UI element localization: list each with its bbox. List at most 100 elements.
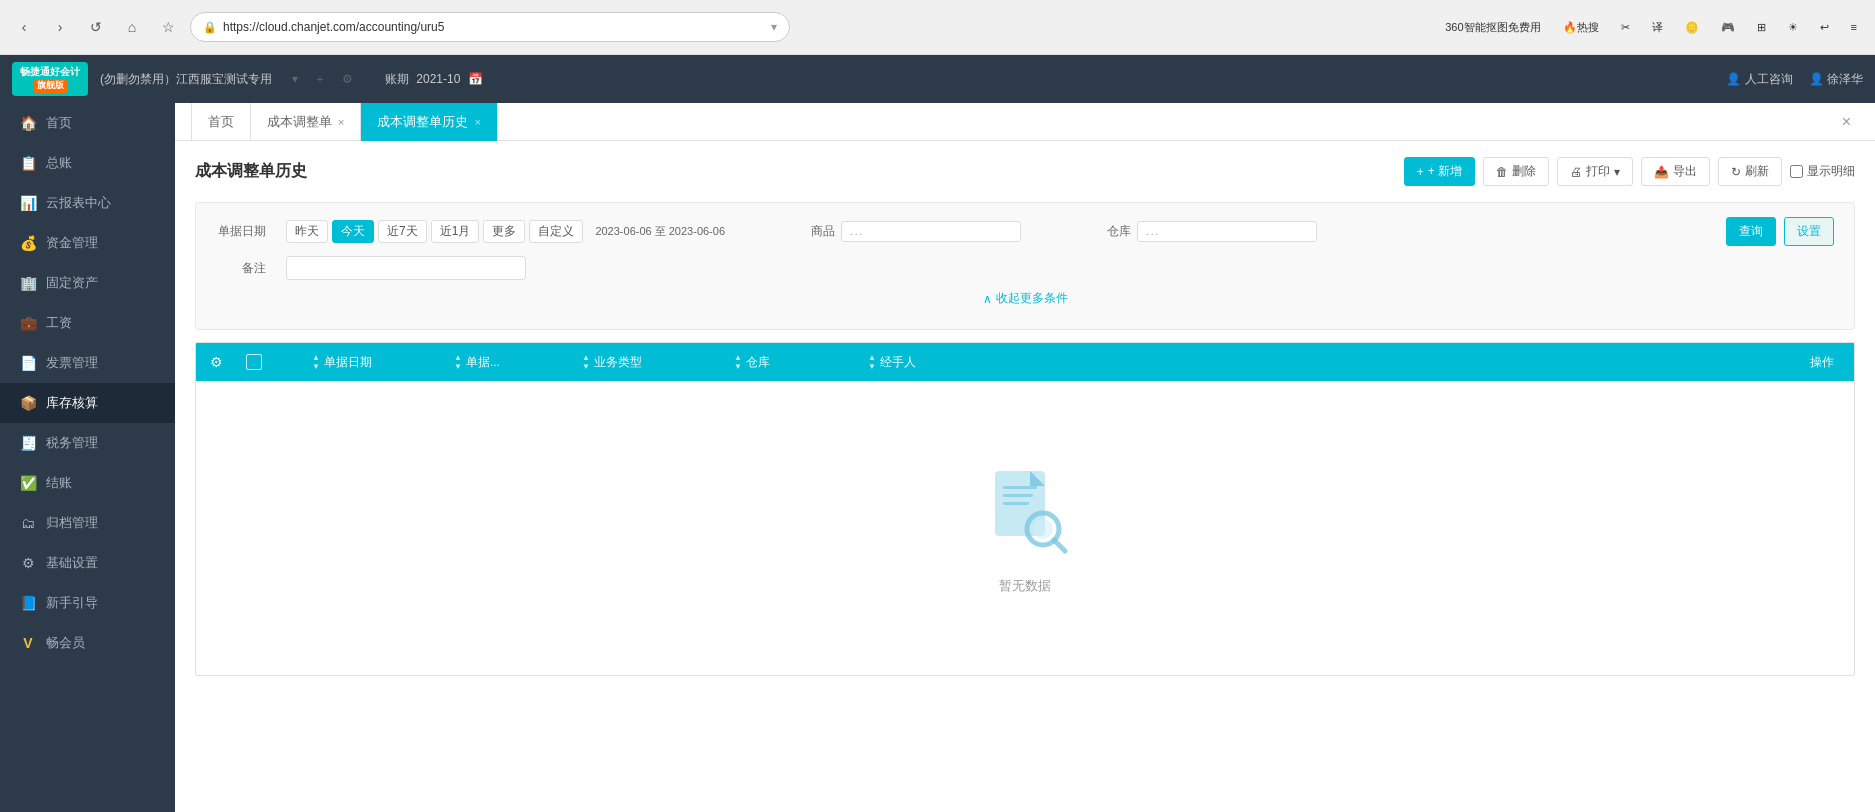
header-right: 👤 人工咨询 👤 徐泽华 [1726,71,1863,88]
calendar-icon[interactable]: 📅 [468,72,483,86]
settings-icon: ⚙ [20,555,36,571]
user-avatar[interactable]: 👤 徐泽华 [1809,71,1863,88]
empty-icon [975,461,1075,561]
svg-rect-1 [1003,486,1037,489]
dropdown-company-icon[interactable]: ▾ [292,72,298,86]
sidebar: 🏠 首页 📋 总账 📊 云报表中心 💰 资金管理 🏢 固定资产 💼 工资 📄 发… [0,103,175,812]
th-type[interactable]: ▲▼ 业务类型 [542,354,682,371]
sidebar-item-funds[interactable]: 💰 资金管理 [0,223,175,263]
sidebar-item-home[interactable]: 🏠 首页 [0,103,175,143]
th-checkbox[interactable] [236,354,272,370]
game-btn[interactable]: 🎮 [1713,18,1743,37]
product-select[interactable]: ... [841,221,1021,242]
tab-home-label: 首页 [208,113,234,131]
tab-home[interactable]: 首页 [191,103,251,141]
search-btn[interactable]: 360智能抠图免费用 [1437,17,1548,38]
sidebar-label-home: 首页 [46,114,72,132]
app-header: 畅捷通好会计 旗舰版 (勿删勿禁用）江西服宝测试专用 ▾ ＋ ⚙ 账期 2021… [0,55,1875,103]
empty-svg [975,461,1075,561]
th-warehouse[interactable]: ▲▼ 仓库 [682,354,822,371]
tab-cost-adjust-history[interactable]: 成本调整单历史 × [361,103,497,141]
delete-button[interactable]: 🗑 删除 [1483,157,1549,186]
refresh-button[interactable]: ↻ 刷新 [1718,157,1782,186]
hot-search-btn[interactable]: 🔥热搜 [1555,17,1607,38]
date-range-text: 2023-06-06 至 2023-06-06 [595,224,725,239]
date-btn-yesterday[interactable]: 昨天 [286,220,328,243]
date-btn-7days[interactable]: 近7天 [378,220,427,243]
content-area: 首页 成本调整单 × 成本调整单历史 × × 成本调整单历史 + + 新增 [175,103,1875,812]
date-btn-today[interactable]: 今天 [332,220,374,243]
settings-company-btn[interactable]: ⚙ [342,72,353,86]
customer-service-btn[interactable]: 👤 人工咨询 [1726,71,1792,88]
sidebar-item-archive[interactable]: 🗂 归档管理 [0,503,175,543]
th-number[interactable]: ▲▼ 单据... [412,354,542,371]
wallet-btn[interactable]: 🪙 [1677,18,1707,37]
tab-cost-adjust-history-label: 成本调整单历史 [377,113,468,131]
sidebar-label-guide: 新手引导 [46,594,98,612]
refresh-icon: ↻ [1731,165,1741,179]
sidebar-item-member[interactable]: V 畅会员 [0,623,175,663]
print-button[interactable]: 🖨 打印 ▾ [1557,157,1633,186]
date-btn-more[interactable]: 更多 [483,220,525,243]
sidebar-item-tax[interactable]: 🧾 税务管理 [0,423,175,463]
sidebar-item-closing[interactable]: ✅ 结账 [0,463,175,503]
reload-button[interactable]: ↺ [82,13,110,41]
sidebar-label-assets: 固定资产 [46,274,98,292]
note-input[interactable] [286,256,526,280]
gear-icon[interactable]: ⚙ [210,354,223,370]
sidebar-item-inventory[interactable]: 📦 库存核算 [0,383,175,423]
member-icon: V [20,635,36,651]
sidebar-label-inventory: 库存核算 [46,394,98,412]
sidebar-item-reports[interactable]: 📊 云报表中心 [0,183,175,223]
th-settings[interactable]: ⚙ [196,354,236,370]
history-btn[interactable]: ↩ [1812,18,1837,37]
tab-cost-adjust-history-close[interactable]: × [474,116,480,128]
add-company-btn[interactable]: ＋ [314,71,326,88]
svg-rect-3 [1003,502,1029,505]
star-button[interactable]: ☆ [154,13,182,41]
sidebar-item-salary[interactable]: 💼 工资 [0,303,175,343]
home-button[interactable]: ⌂ [118,13,146,41]
sidebar-label-settings: 基础设置 [46,554,98,572]
page-title-row: 成本调整单历史 + + 新增 🗑 删除 🖨 打印 ▾ [195,157,1855,186]
query-button[interactable]: 查询 [1726,217,1776,246]
select-all-checkbox[interactable] [246,354,262,370]
sidebar-item-guide[interactable]: 📘 新手引导 [0,583,175,623]
close-all-tabs-btn[interactable]: × [1834,113,1859,131]
export-icon: 📤 [1654,165,1669,179]
date-btn-custom[interactable]: 自定义 [529,220,583,243]
th-operator[interactable]: ▲▼ 经手人 [822,354,962,371]
sidebar-item-assets[interactable]: 🏢 固定资产 [0,263,175,303]
tab-cost-adjust-close[interactable]: × [338,116,344,128]
forward-button[interactable]: › [46,13,74,41]
sidebar-item-ledger[interactable]: 📋 总账 [0,143,175,183]
theme-btn[interactable]: ☀ [1780,18,1806,37]
type-sort-icon: ▲▼ [582,354,590,371]
tab-cost-adjust[interactable]: 成本调整单 × [251,103,361,141]
sidebar-item-invoice[interactable]: 📄 发票管理 [0,343,175,383]
table-header: ⚙ ▲▼ 单据日期 ▲▼ 单据.. [196,343,1854,381]
svg-line-7 [1054,540,1065,551]
export-button[interactable]: 📤 导出 [1641,157,1710,186]
address-bar[interactable]: 🔒 https://cloud.chanjet.com/accounting/u… [190,12,790,42]
filter-settings-button[interactable]: 设置 [1784,217,1834,246]
date-btn-1month[interactable]: 近1月 [431,220,480,243]
scissors-btn[interactable]: ✂ [1613,18,1638,37]
th-date[interactable]: ▲▼ 单据日期 [272,354,412,371]
collapse-btn[interactable]: ∧ 收起更多条件 [216,290,1834,307]
add-icon: + [1417,165,1424,179]
back-button[interactable]: ‹ [10,13,38,41]
logo-badge: 旗舰版 [34,79,67,93]
menu-btn[interactable]: ≡ [1843,18,1865,36]
sidebar-item-settings[interactable]: ⚙ 基础设置 [0,543,175,583]
period-label: 账期 2021-10 📅 [385,71,483,88]
warehouse-select[interactable]: ... [1137,221,1317,242]
show-detail-input[interactable] [1790,165,1803,178]
th-number-label: 单据... [466,354,500,371]
translate-btn[interactable]: 译 [1644,17,1671,38]
add-button[interactable]: + + 新增 [1404,157,1475,186]
th-warehouse-label: 仓库 [746,354,770,371]
show-detail-checkbox[interactable]: 显示明细 [1790,163,1855,180]
empty-text: 暂无数据 [999,577,1051,595]
grid-btn[interactable]: ⊞ [1749,18,1774,37]
